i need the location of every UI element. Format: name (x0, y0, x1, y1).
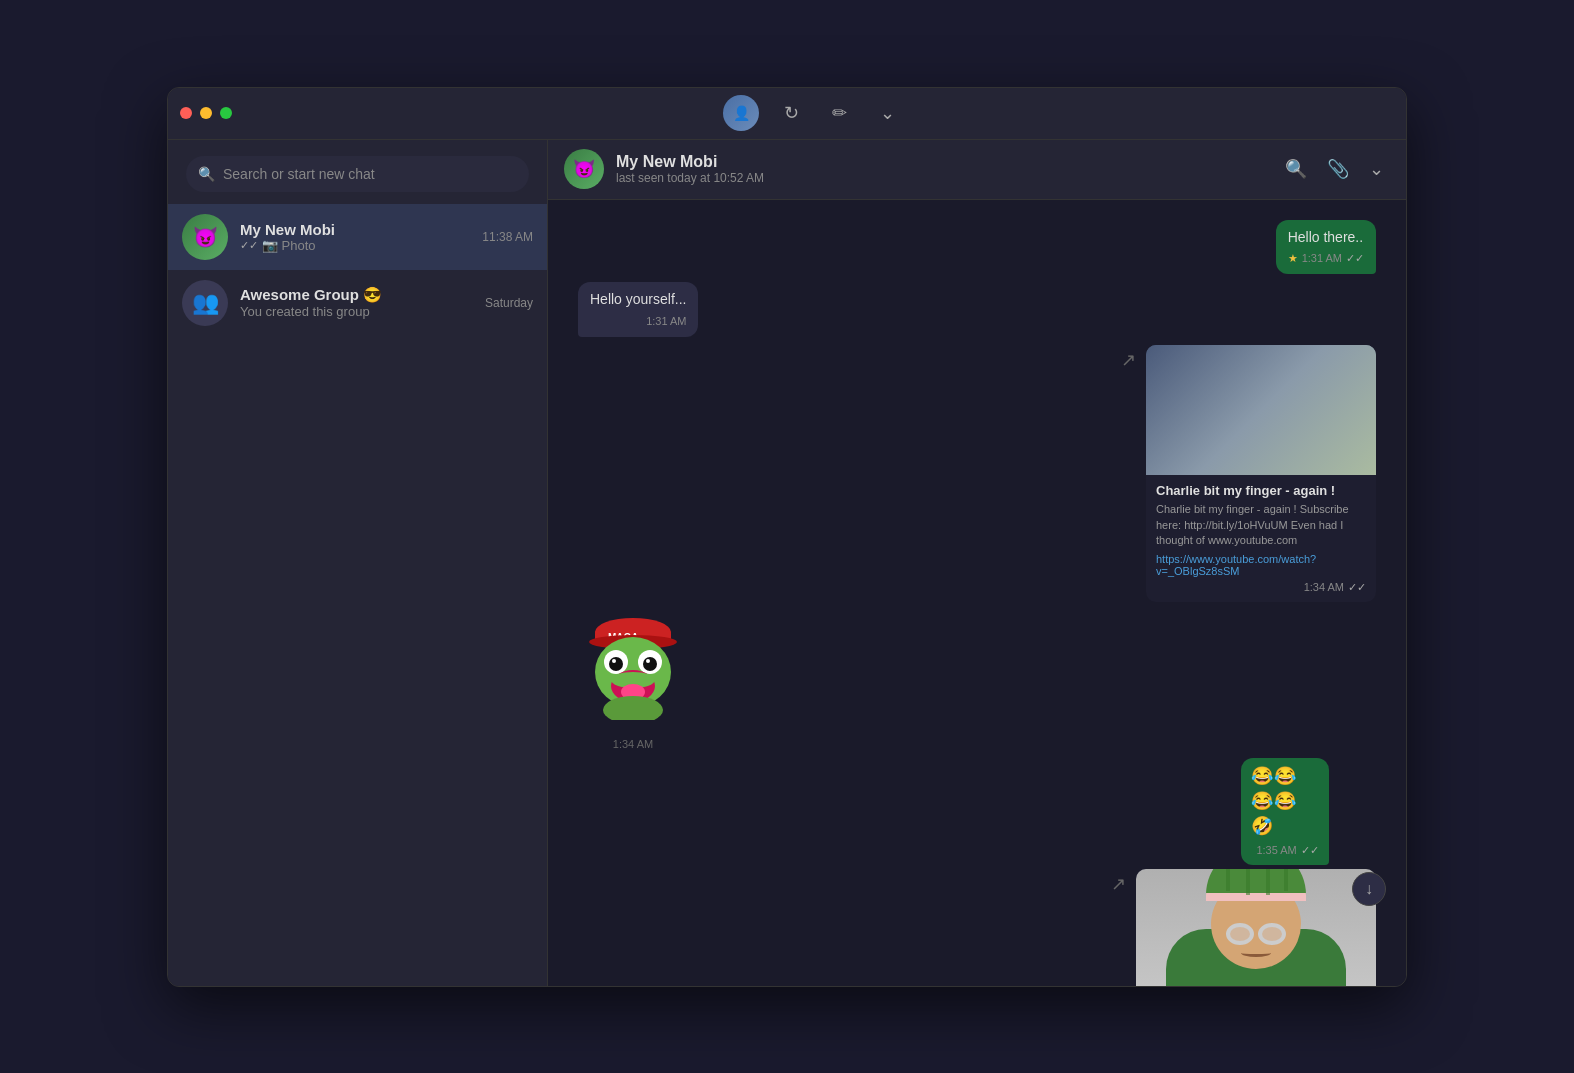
message-meta: 1:31 AM (590, 314, 686, 329)
star-icon: ★ (1288, 251, 1298, 266)
chat-list: 😈 My New Mobi ✓✓ 📷 Photo 11:38 AM (168, 204, 547, 986)
pepe-sticker: MAGA (578, 610, 688, 720)
chat-header-actions: 🔍 📎 ⌄ (1279, 152, 1390, 186)
search-bar: 🔍 (186, 156, 529, 192)
chat-info: Awesome Group 😎 You created this group (240, 286, 473, 319)
avatar: 😈 (182, 214, 228, 260)
message-row: MAGA (578, 610, 1376, 750)
app-window: 👤 ↻ ✏ ⌄ 🔍 😈 (167, 87, 1407, 987)
reactions-row: 😂😂😂😂🤣 1:35 AM ✓✓ (1241, 758, 1376, 865)
forward-icon: ↗ (1107, 869, 1130, 899)
svg-point-9 (612, 659, 616, 663)
photo-message: 1:36 AM ✓✓ (1136, 869, 1376, 986)
chat-area: 😈 My New Mobi last seen today at 10:52 A… (548, 140, 1406, 986)
message-bubble: Hello yourself... 1:31 AM (578, 282, 698, 337)
title-bar-center: 👤 ↻ ✏ ⌄ (232, 95, 1394, 131)
user-avatar[interactable]: 👤 (723, 95, 759, 131)
message-meta: 1:34 AM ✓✓ (1156, 581, 1366, 594)
sticker-time: 1:34 AM (613, 738, 653, 750)
photo-message-group: 😂😂😂😂🤣 1:35 AM ✓✓ ↗ (578, 758, 1376, 986)
sticker: MAGA (578, 610, 688, 734)
chat-area-wrapper: 😈 My New Mobi last seen today at 10:52 A… (548, 140, 1406, 986)
forward-icon: ↗ (1117, 345, 1140, 375)
svg-point-10 (646, 659, 650, 663)
read-tick: ✓✓ (1348, 581, 1366, 594)
sticker-message: MAGA (578, 610, 688, 750)
chat-time: Saturday (485, 296, 533, 310)
chat-preview: You created this group (240, 304, 473, 319)
message-time: 1:31 AM (1302, 251, 1342, 266)
traffic-lights (180, 107, 232, 119)
refresh-button[interactable]: ↻ (775, 97, 807, 129)
video-card: ▶ Charlie bit my finger - again ! Charli… (1146, 345, 1376, 601)
message-time: 1:31 AM (646, 314, 686, 329)
photo-row: ↗ (1107, 869, 1376, 986)
chat-header: 😈 My New Mobi last seen today at 10:52 A… (548, 140, 1406, 200)
message-bubble: Hello there.. ★ 1:31 AM ✓✓ (1276, 220, 1376, 275)
more-options-button[interactable]: ⌄ (1363, 152, 1390, 186)
maximize-button[interactable] (220, 107, 232, 119)
message-row: Hello there.. ★ 1:31 AM ✓✓ (578, 220, 1376, 275)
svg-point-7 (609, 657, 623, 671)
search-icon: 🔍 (198, 166, 215, 182)
main-content: 🔍 😈 My New Mobi ✓✓ (168, 140, 1406, 986)
video-thumbnail: ▶ (1146, 345, 1376, 475)
emoji-reactions: 😂😂😂😂🤣 (1251, 766, 1297, 836)
contact-status: last seen today at 10:52 AM (616, 171, 1267, 185)
chat-item[interactable]: 😈 My New Mobi ✓✓ 📷 Photo 11:38 AM (168, 204, 547, 270)
message-time: 1:35 AM (1256, 843, 1296, 858)
compose-button[interactable]: ✏ (823, 97, 855, 129)
video-info: Charlie bit my finger - again ! Charlie … (1146, 475, 1376, 601)
avatar: 👥 (182, 280, 228, 326)
chat-name: Awesome Group 😎 (240, 286, 473, 304)
video-link[interactable]: https://www.youtube.com/watch?v=_OBlgSz8… (1156, 553, 1366, 577)
chat-item[interactable]: 👥 Awesome Group 😎 You created this group… (168, 270, 547, 336)
svg-point-8 (643, 657, 657, 671)
read-tick: ✓✓ (1346, 251, 1364, 266)
attach-button[interactable]: 📎 (1321, 152, 1355, 186)
contact-name: My New Mobi (616, 153, 1267, 171)
chat-time: 11:38 AM (482, 230, 533, 244)
message-meta: ★ 1:31 AM ✓✓ (1288, 251, 1364, 266)
message-row: Hello yourself... 1:31 AM (578, 282, 1376, 337)
search-messages-button[interactable]: 🔍 (1279, 152, 1313, 186)
chat-info: My New Mobi ✓✓ 📷 Photo (240, 221, 470, 253)
sidebar: 🔍 😈 My New Mobi ✓✓ (168, 140, 548, 986)
search-input[interactable] (223, 166, 517, 182)
contact-avatar: 😈 (564, 149, 604, 189)
message-time: 1:34 AM (1304, 581, 1344, 593)
video-title: Charlie bit my finger - again ! (1156, 483, 1366, 498)
messages-area: Hello there.. ★ 1:31 AM ✓✓ Hello yoursel… (548, 200, 1406, 986)
menu-chevron-button[interactable]: ⌄ (871, 97, 903, 129)
photo-container (1136, 869, 1376, 986)
contact-info: My New Mobi last seen today at 10:52 AM (616, 153, 1267, 185)
video-description: Charlie bit my finger - again ! Subscrib… (1156, 502, 1366, 548)
message-meta: 1:35 AM ✓✓ (1251, 843, 1319, 858)
chat-name: My New Mobi (240, 221, 470, 238)
message-row: ↗ ▶ Charlie bit my finger - again ! Char… (578, 345, 1376, 601)
read-tick: ✓✓ (1301, 843, 1319, 858)
scroll-down-button[interactable]: ↓ (1352, 872, 1386, 906)
reactions-bubble: 😂😂😂😂🤣 1:35 AM ✓✓ (1241, 758, 1329, 865)
close-button[interactable] (180, 107, 192, 119)
chat-preview: ✓✓ 📷 Photo (240, 238, 470, 253)
minimize-button[interactable] (200, 107, 212, 119)
title-bar: 👤 ↻ ✏ ⌄ (168, 88, 1406, 140)
